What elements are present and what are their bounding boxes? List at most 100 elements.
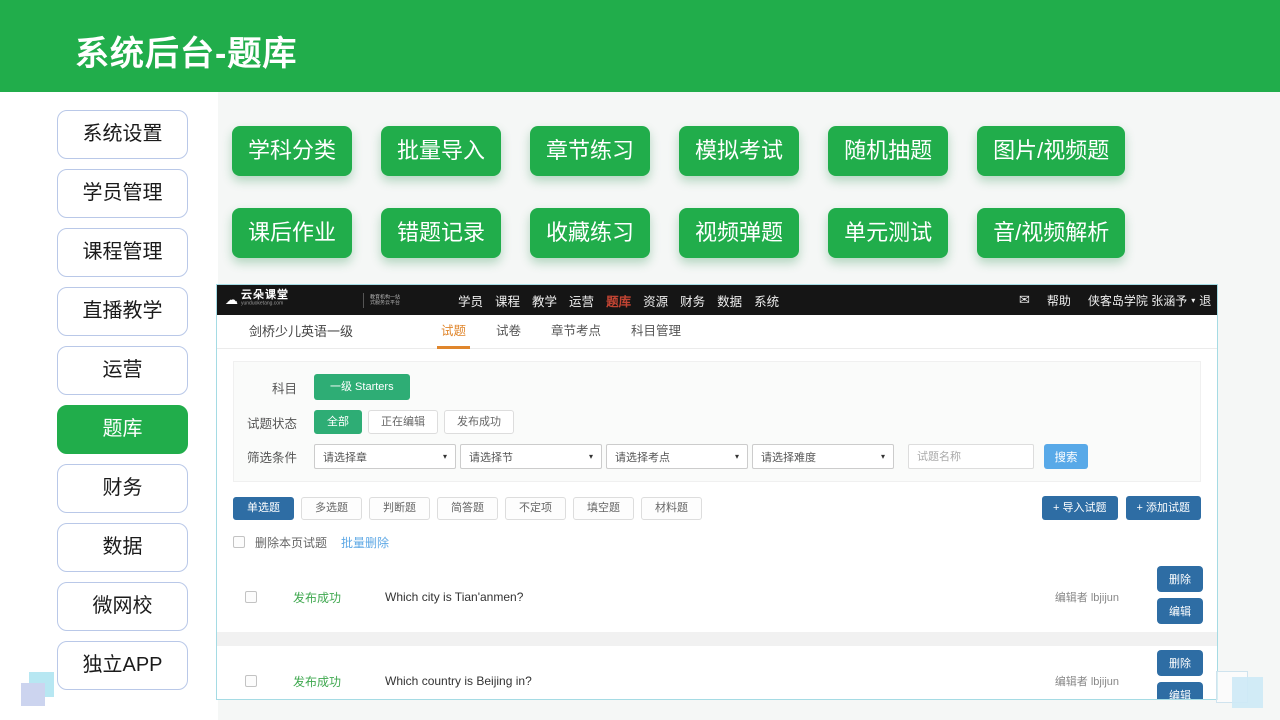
sidebar-item-micro-school[interactable]: 微网校 (57, 582, 188, 631)
row-divider (217, 632, 1217, 646)
filter-panel: 科目 一级 Starters 试题状态 全部 正在编辑 发布成功 筛选条件 请选… (233, 361, 1201, 482)
chevron-down-icon: ▾ (589, 452, 593, 461)
edit-button[interactable]: 编辑 (1157, 682, 1203, 700)
feature-buttons-row-2: 课后作业 错题记录 收藏练习 视频弹题 单元测试 音/视频解析 (232, 208, 1125, 258)
delete-page-label: 删除本页试题 (255, 534, 327, 551)
delete-button[interactable]: 删除 (1157, 650, 1203, 676)
admin-screenshot-panel: ☁ 云朵课堂 yunduoketang.com 教育机构一站 式服务云平台 学员… (216, 284, 1218, 700)
feature-favorite-practice[interactable]: 收藏练习 (530, 208, 650, 258)
edit-button[interactable]: 编辑 (1157, 598, 1203, 624)
feature-homework[interactable]: 课后作业 (232, 208, 352, 258)
logout-link[interactable]: 退 (1199, 292, 1211, 309)
logo-name: 云朵课堂 (241, 290, 361, 301)
status-badge: 发布成功 (293, 589, 341, 606)
logo-url: yunduoketang.com (241, 301, 301, 306)
logo-divider (363, 293, 364, 308)
course-title: 剑桥少儿英语一级 (249, 315, 353, 349)
editor-label: 编辑者 lbjijun (1055, 589, 1119, 605)
type-indefinite-choice[interactable]: 不定项 (505, 497, 566, 520)
exam-point-select[interactable]: 请选择考点 ▾ (606, 444, 748, 469)
filter-status-editing[interactable]: 正在编辑 (368, 410, 438, 434)
type-fill-blank[interactable]: 填空题 (573, 497, 634, 520)
difficulty-select[interactable]: 请选择难度 ▾ (752, 444, 894, 469)
batch-delete-link[interactable]: 批量删除 (341, 534, 389, 551)
page-delete-row: 删除本页试题 批量删除 (233, 532, 1201, 552)
sidebar-item-student-management[interactable]: 学员管理 (57, 169, 188, 218)
type-material[interactable]: 材料题 (641, 497, 702, 520)
delete-button[interactable]: 删除 (1157, 566, 1203, 592)
logo-text: 云朵课堂 yunduoketang.com (241, 290, 361, 311)
type-multiple-choice[interactable]: 多选题 (301, 497, 362, 520)
nav-item-question-bank[interactable]: 题库 (606, 291, 631, 310)
status-badge: 发布成功 (293, 673, 341, 690)
type-short-answer[interactable]: 简答题 (437, 497, 498, 520)
feature-image-video-question[interactable]: 图片/视频题 (977, 126, 1125, 176)
nav-item-finance[interactable]: 财务 (680, 291, 705, 310)
nav-item-students[interactable]: 学员 (458, 291, 483, 310)
feature-batch-import[interactable]: 批量导入 (381, 126, 501, 176)
chevron-down-icon: ▾ (443, 452, 447, 461)
feature-unit-test[interactable]: 单元测试 (828, 208, 948, 258)
feature-wrong-question-record[interactable]: 错题记录 (381, 208, 501, 258)
nav-item-teaching[interactable]: 教学 (532, 291, 557, 310)
row-checkbox[interactable] (245, 675, 257, 687)
subject-tag[interactable]: 一级 Starters (314, 374, 410, 400)
subnav-tabs: 试题 试卷 章节考点 科目管理 (441, 315, 681, 349)
sidebar-item-finance[interactable]: 财务 (57, 464, 188, 513)
nav-item-data[interactable]: 数据 (717, 291, 742, 310)
decorative-square (21, 683, 45, 706)
help-link[interactable]: 帮助 (1047, 292, 1071, 309)
logo-tagline: 教育机构一站 式服务云平台 (370, 295, 435, 306)
question-name-input[interactable] (908, 444, 1034, 469)
mail-icon[interactable]: ✉ (1019, 292, 1030, 308)
section-select[interactable]: 请选择节 ▾ (460, 444, 602, 469)
nav-item-system[interactable]: 系统 (754, 291, 779, 310)
question-row: 发布成功 Which country is Beijing in? 编辑者 lb… (217, 646, 1217, 700)
nav-item-operations[interactable]: 运营 (569, 291, 594, 310)
feature-video-popup-question[interactable]: 视频弹题 (679, 208, 799, 258)
feature-mock-exam[interactable]: 模拟考试 (679, 126, 799, 176)
type-true-false[interactable]: 判断题 (369, 497, 430, 520)
page-header: 系统后台-题库 (0, 0, 1280, 92)
filter-status-all[interactable]: 全部 (314, 410, 362, 434)
feature-subject-category[interactable]: 学科分类 (232, 126, 352, 176)
tab-papers[interactable]: 试卷 (496, 315, 521, 349)
add-question-button[interactable]: + 添加试题 (1126, 496, 1201, 520)
sidebar-item-question-bank[interactable]: 题库 (57, 405, 188, 454)
filter-status-published[interactable]: 发布成功 (444, 410, 514, 434)
nav-item-courses[interactable]: 课程 (495, 291, 520, 310)
select-all-checkbox[interactable] (233, 536, 245, 548)
feature-buttons-row-1: 学科分类 批量导入 章节练习 模拟考试 随机抽题 图片/视频题 (232, 126, 1125, 176)
logo: ☁ 云朵课堂 yunduoketang.com 教育机构一站 式服务云平台 (225, 289, 440, 311)
sidebar-item-operations[interactable]: 运营 (57, 346, 188, 395)
tab-subject-management[interactable]: 科目管理 (631, 315, 681, 349)
chevron-down-icon: ▾ (1191, 296, 1195, 305)
condition-filter-row: 筛选条件 请选择章 ▾ 请选择节 ▾ 请选择考点 ▾ 请选择难度 ▾ (234, 444, 1200, 469)
chevron-down-icon: ▾ (881, 452, 885, 461)
sidebar-item-standalone-app[interactable]: 独立APP (57, 641, 188, 690)
admin-navbar: ☁ 云朵课堂 yunduoketang.com 教育机构一站 式服务云平台 学员… (217, 285, 1217, 315)
sidebar-item-system-settings[interactable]: 系统设置 (57, 110, 188, 159)
status-label: 试题状态 (234, 413, 297, 432)
search-button[interactable]: 搜索 (1044, 444, 1088, 469)
toolbar-actions: + 导入试题 + 添加试题 (1034, 496, 1201, 520)
sidebar-item-live-teaching[interactable]: 直播教学 (57, 287, 188, 336)
row-checkbox[interactable] (245, 591, 257, 603)
sidebar-item-data[interactable]: 数据 (57, 523, 188, 572)
feature-random-draw[interactable]: 随机抽题 (828, 126, 948, 176)
admin-nav-menu: 学员 课程 教学 运营 题库 资源 财务 数据 系统 (458, 291, 779, 310)
sidebar-item-course-management[interactable]: 课程管理 (57, 228, 188, 277)
question-text: Which country is Beijing in? (385, 674, 532, 688)
nav-item-resources[interactable]: 资源 (643, 291, 668, 310)
chapter-select[interactable]: 请选择章 ▾ (314, 444, 456, 469)
type-single-choice[interactable]: 单选题 (233, 497, 294, 520)
feature-audio-video-analysis[interactable]: 音/视频解析 (977, 208, 1125, 258)
question-list: 发布成功 Which city is Tian'anmen? 编辑者 lbjij… (217, 562, 1217, 700)
tab-questions[interactable]: 试题 (441, 315, 466, 349)
tab-chapter-points[interactable]: 章节考点 (551, 315, 601, 349)
feature-chapter-practice[interactable]: 章节练习 (530, 126, 650, 176)
subject-label: 科目 (234, 378, 297, 397)
account-menu[interactable]: 侠客岛学院 张涵予 ▾ 退 (1088, 292, 1211, 309)
chevron-down-icon: ▾ (735, 452, 739, 461)
import-questions-button[interactable]: + 导入试题 (1042, 496, 1117, 520)
